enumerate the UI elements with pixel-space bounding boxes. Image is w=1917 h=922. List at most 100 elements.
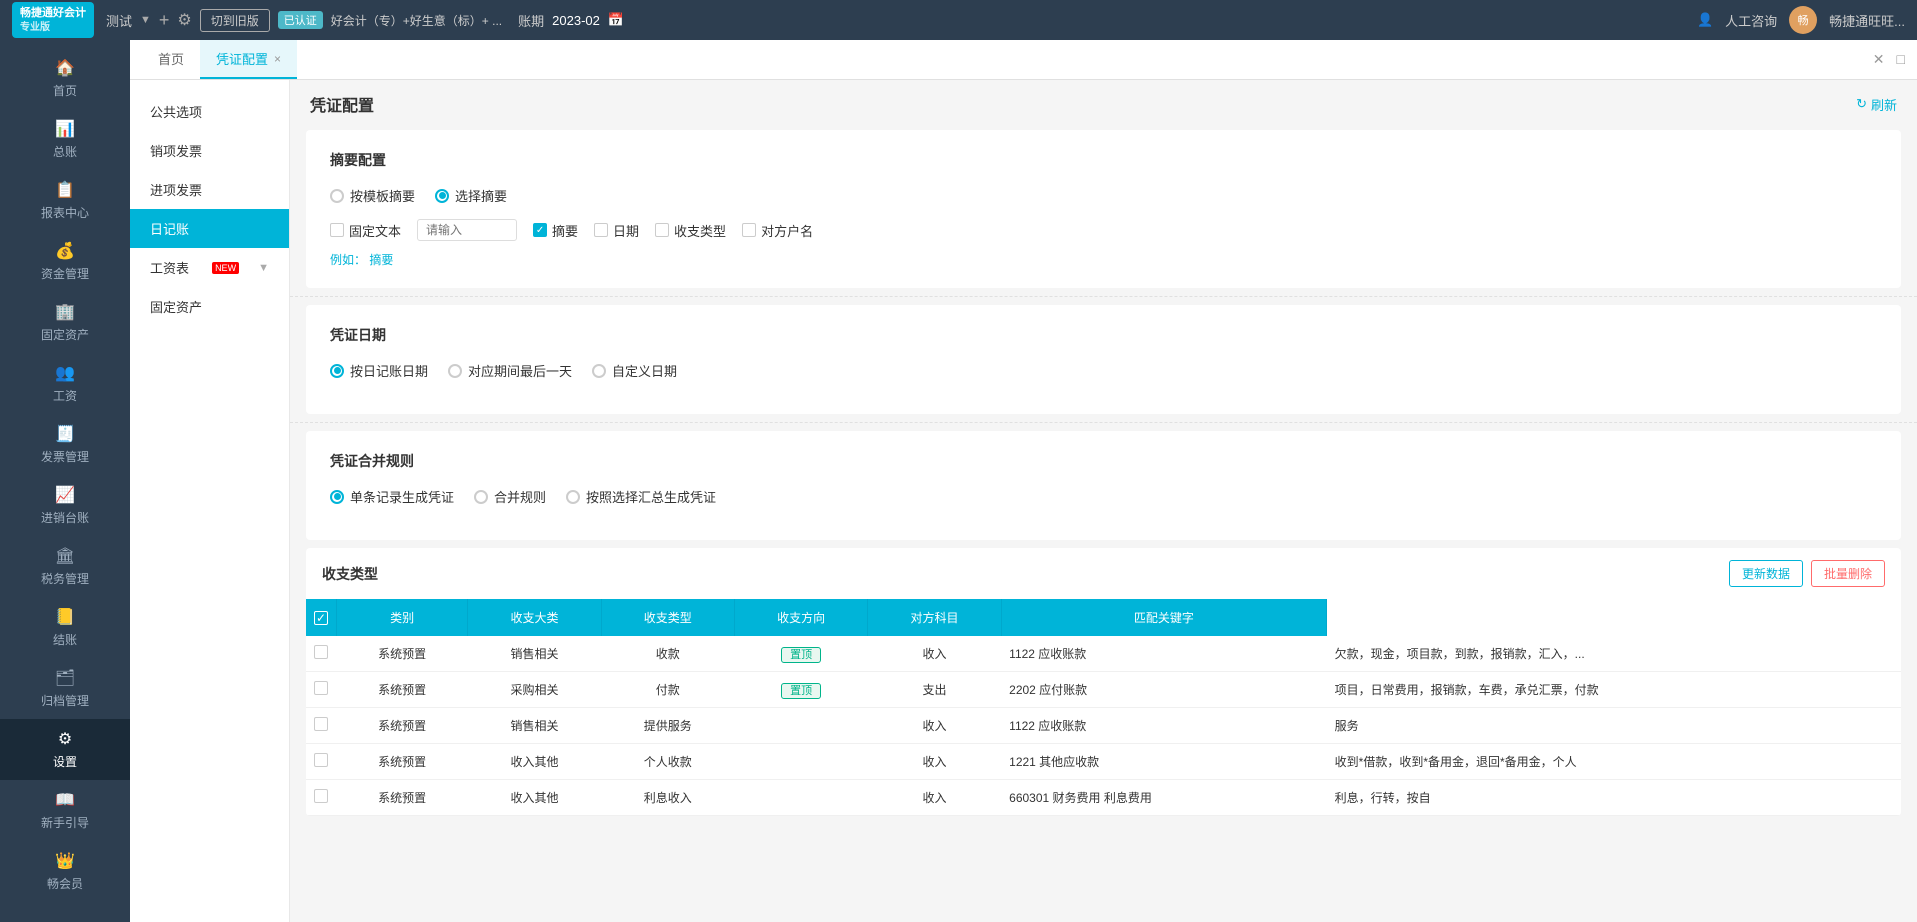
content-area: 首页 凭证配置 × ✕ □ 公共选项 销项发票 [130, 40, 1917, 922]
sidebar-item-member[interactable]: 👑 畅会员 [0, 841, 130, 902]
row1-keywords: 欠款，现金，项目款，到款，报销款，汇入，... [1327, 636, 1901, 672]
tab-bar-right: ✕ □ [1873, 51, 1905, 68]
row4-type: 个人收款 [601, 744, 734, 780]
period-value[interactable]: 2023-02 [552, 13, 600, 28]
left-menu-sales-invoice[interactable]: 销项发票 [130, 131, 289, 170]
topbar: 畅捷通好会计 专业版 测试 ▼ + ⚙ 切到旧版 已认证 好会计（专）+好生意（… [0, 0, 1917, 40]
checkbox-income-type[interactable]: 收支类型 [655, 221, 726, 240]
reports-icon: 📋 [55, 180, 75, 200]
summary-generate-circle [566, 490, 580, 504]
example-text: 例如： 摘要 [330, 251, 1877, 268]
sidebar-item-closing[interactable]: 📒 结账 [0, 597, 130, 658]
app-logo: 畅捷通好会计 专业版 [12, 2, 94, 37]
row1-tag[interactable]: 置顶 [734, 636, 867, 672]
fixed-assets-icon: 🏢 [55, 302, 75, 322]
row5-type: 利息收入 [601, 780, 734, 816]
row3-type: 提供服务 [601, 708, 734, 744]
refresh-button[interactable]: ↻ 刷新 [1856, 95, 1897, 114]
row2-checkbox-cell[interactable] [306, 672, 337, 708]
row5-tag [734, 780, 867, 816]
radio-single-record[interactable]: 单条记录生成凭证 [330, 487, 454, 506]
sidebar-item-funds[interactable]: 💰 资金管理 [0, 231, 130, 292]
radio-period-last-day[interactable]: 对应期间最后一天 [448, 361, 572, 380]
workspace-dropdown-icon[interactable]: ▼ [140, 14, 151, 26]
checkbox-summary[interactable]: ✓ 摘要 [533, 221, 578, 240]
counterpart-checkbox-box [742, 223, 756, 237]
th-category: 类别 [337, 599, 468, 636]
radio-custom-date[interactable]: 自定义日期 [592, 361, 677, 380]
radio-merge-rules[interactable]: 合并规则 [474, 487, 546, 506]
left-menu-journal[interactable]: 日记账 [130, 209, 289, 248]
table-head-row: ✓ 类别 收支大类 收支类型 收支方向 对方科目 匹配关键字 [306, 599, 1901, 636]
radio-choose-summary[interactable]: 选择摘要 [435, 186, 507, 205]
switch-version-button[interactable]: 切到旧版 [200, 9, 270, 32]
left-menu-purchase-invoice[interactable]: 进项发票 [130, 170, 289, 209]
row2-type: 付款 [601, 672, 734, 708]
row3-category: 系统预置 [337, 708, 468, 744]
sidebar-item-guide[interactable]: 📖 新手引导 [0, 780, 130, 841]
archive-icon: 🗂 [55, 668, 75, 688]
workspace-name[interactable]: 测试 [106, 11, 132, 30]
row5-checkbox-cell[interactable] [306, 780, 337, 816]
left-menu: 公共选项 销项发票 进项发票 日记账 工资表 NEW ▼ 固定资产 [130, 80, 290, 922]
row4-checkbox-cell[interactable] [306, 744, 337, 780]
checkbox-fixed-text[interactable]: 固定文本 [330, 221, 401, 240]
funds-icon: 💰 [55, 241, 75, 261]
fixed-text-input[interactable] [417, 219, 517, 241]
sidebar-item-ledger[interactable]: 📊 总账 [0, 109, 130, 170]
sidebar-item-fixed-assets[interactable]: 🏢 固定资产 [0, 292, 130, 353]
member-icon: 👑 [55, 851, 75, 871]
row2-tag[interactable]: 置顶 [734, 672, 867, 708]
topbar-right: 👤 人工咨询 畅 畅捷通旺旺... [1697, 6, 1905, 34]
page-title: 凭证配置 [310, 92, 374, 116]
avatar[interactable]: 畅 [1789, 6, 1817, 34]
radio-choose-circle [435, 189, 449, 203]
date-title: 凭证日期 [330, 325, 1877, 345]
tab-close-icon[interactable]: × [274, 52, 281, 66]
row1-checkbox-cell[interactable] [306, 636, 337, 672]
update-data-button[interactable]: 更新数据 [1729, 560, 1803, 587]
tab-voucher-config[interactable]: 凭证配置 × [200, 40, 297, 79]
row1-top-tag[interactable]: 置顶 [781, 647, 821, 663]
radio-journal-date[interactable]: 按日记账日期 [330, 361, 428, 380]
sidebar-item-archive[interactable]: 🗂 归档管理 [0, 658, 130, 719]
sidebar-item-invoice[interactable]: 🧾 发票管理 [0, 414, 130, 475]
add-icon[interactable]: + [159, 10, 170, 31]
user-name[interactable]: 畅捷通旺旺... [1829, 11, 1905, 30]
settings-gear-icon[interactable]: ⚙ [177, 10, 191, 30]
tax-icon: 🏛 [55, 546, 75, 566]
window-expand-icon[interactable]: □ [1897, 51, 1905, 68]
left-menu-fixed-assets-sub[interactable]: 固定资产 [130, 287, 289, 326]
checkbox-date[interactable]: 日期 [594, 221, 639, 240]
income-type-checkbox-box [655, 223, 669, 237]
th-direction: 收支方向 [734, 599, 867, 636]
radio-summary-generate[interactable]: 按照选择汇总生成凭证 [566, 487, 716, 506]
th-checkbox[interactable]: ✓ [306, 599, 337, 636]
left-menu-public[interactable]: 公共选项 [130, 92, 289, 131]
calendar-icon[interactable]: 📅 [608, 12, 624, 28]
sidebar-item-tax[interactable]: 🏛 税务管理 [0, 536, 130, 597]
table-header-row: 收支类型 更新数据 批量删除 [306, 548, 1901, 599]
tab-home[interactable]: 首页 [142, 40, 200, 79]
sidebar-item-sales[interactable]: 📈 进销台账 [0, 475, 130, 536]
merge-radio-group: 单条记录生成凭证 合并规则 按照选择汇总生成凭证 [330, 487, 1877, 506]
sidebar-item-payroll[interactable]: 👥 工资 [0, 353, 130, 414]
checkbox-counterpart[interactable]: 对方户名 [742, 221, 813, 240]
divider-1 [290, 296, 1917, 297]
service-label[interactable]: 人工咨询 [1725, 11, 1777, 30]
left-menu-payroll-table[interactable]: 工资表 NEW ▼ [130, 248, 289, 287]
row2-top-tag[interactable]: 置顶 [781, 683, 821, 699]
period-last-day-circle [448, 364, 462, 378]
window-close-icon[interactable]: ✕ [1873, 51, 1885, 68]
sidebar-item-reports[interactable]: 📋 报表中心 [0, 170, 130, 231]
row2-keywords: 项目，日常费用，报销款，车费，承兑汇票，付款 [1327, 672, 1901, 708]
batch-delete-button[interactable]: 批量删除 [1811, 560, 1885, 587]
row5-direction: 收入 [868, 780, 1001, 816]
row3-checkbox-cell[interactable] [306, 708, 337, 744]
new-badge: NEW [212, 262, 239, 274]
row3-keywords: 服务 [1327, 708, 1901, 744]
radio-template-summary[interactable]: 按模板摘要 [330, 186, 415, 205]
sidebar-item-home[interactable]: 🏠 首页 [0, 48, 130, 109]
sidebar-item-settings[interactable]: ⚙ 设置 [0, 719, 130, 780]
select-all-checkbox[interactable]: ✓ [314, 611, 328, 625]
